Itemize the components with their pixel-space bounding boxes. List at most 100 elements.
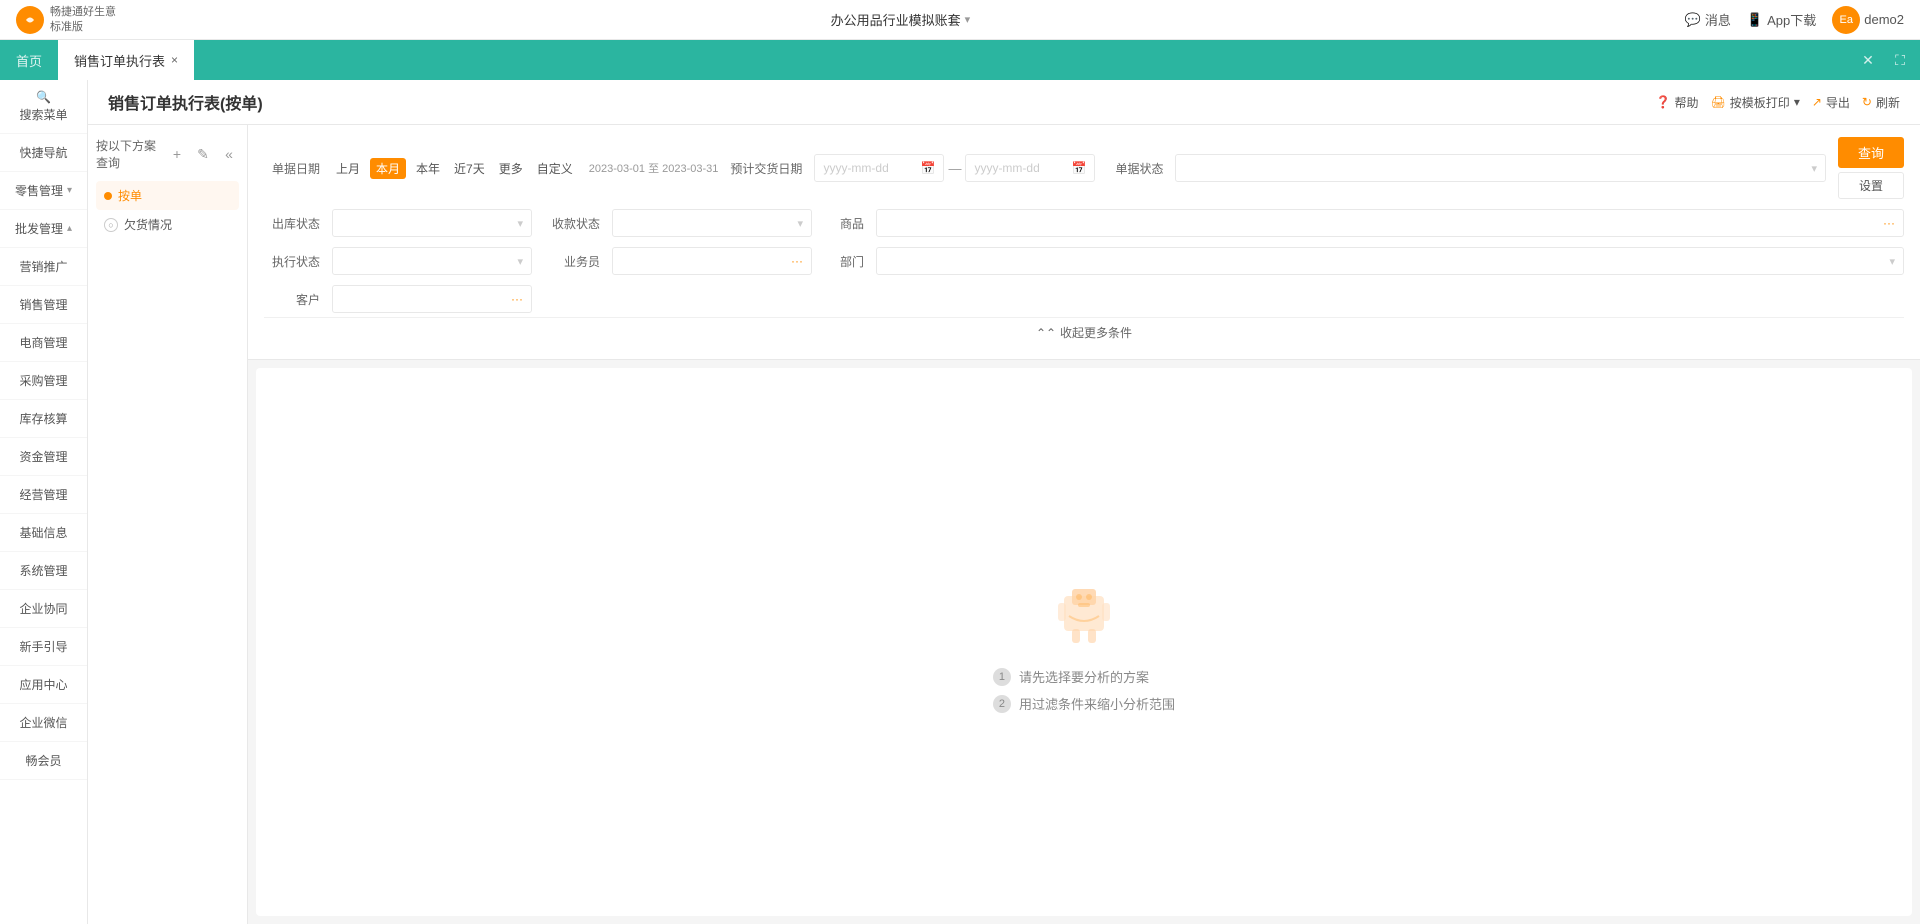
search-icon: 🔍 [36, 90, 51, 104]
refresh-icon: ↻ [1862, 95, 1872, 109]
template-print-button[interactable]: 🖨 按模板打印 ▾ [1711, 94, 1800, 111]
nav-right-buttons: ✕ ⛶ [1856, 48, 1920, 72]
salesperson-label: 业务员 [544, 253, 600, 270]
company-dropdown-icon[interactable]: ▾ [965, 13, 971, 26]
delivery-status-select[interactable]: ▾ [332, 209, 532, 237]
filter-row-2: 出库状态 ▾ 收款状态 ▾ 商品 ··· [264, 209, 1904, 237]
sidebar-item-wechat[interactable]: 企业微信 [0, 704, 87, 742]
logo-icon [16, 6, 44, 34]
left-panel-icons: + ✎ « [167, 144, 239, 164]
salesperson-dots[interactable]: ··· [791, 254, 803, 268]
department-select[interactable]: ▾ [876, 247, 1904, 275]
sidebar: 🔍 搜索菜单 快捷导航 零售管理 ▾ 批发管理 ▴ 营销推广 销售管理 电商管理… [0, 80, 88, 924]
sidebar-item-basic-label: 基础信息 [19, 524, 67, 541]
execution-status-select[interactable]: ▾ [332, 247, 532, 275]
top-header: 畅捷通好生意 标准版 办公用品行业模拟账套 ▾ 💬 消息 📱 App下载 Ea … [0, 0, 1920, 40]
sidebar-item-system[interactable]: 系统管理 [0, 552, 87, 590]
sidebar-item-sales-label: 销售管理 [19, 296, 67, 313]
active-dot [104, 192, 112, 200]
empty-illustration [1044, 571, 1124, 651]
help-button[interactable]: ❓ 帮助 [1656, 94, 1699, 111]
delivery-date-end[interactable]: yyyy-mm-dd 📅 [965, 154, 1095, 182]
preset-more[interactable]: 更多 [495, 158, 527, 179]
app-download-action[interactable]: 📱 App下载 [1747, 10, 1816, 29]
logo-text: 畅捷通好生意 标准版 [50, 5, 116, 34]
tip-num-2: 2 [993, 695, 1011, 713]
collapse-button[interactable]: ⌃⌃ 收起更多条件 [1036, 324, 1132, 341]
empty-tips: 1 请先选择要分析的方案 2 用过滤条件来缩小分析范围 [993, 667, 1175, 713]
delivery-date-start[interactable]: yyyy-mm-dd 📅 [814, 154, 944, 182]
execution-status-label: 执行状态 [264, 253, 320, 270]
empty-state: 1 请先选择要分析的方案 2 用过滤条件来缩小分析范围 [993, 571, 1175, 713]
sidebar-item-enterprise[interactable]: 企业协同 [0, 590, 87, 628]
refresh-button[interactable]: ↻ 刷新 [1862, 94, 1900, 111]
date-label: 单据日期 [264, 160, 320, 177]
message-action[interactable]: 💬 消息 [1685, 10, 1731, 29]
sidebar-item-ecommerce[interactable]: 电商管理 [0, 324, 87, 362]
maximize-button[interactable]: ⛶ [1888, 48, 1912, 72]
settings-button[interactable]: 设置 [1838, 172, 1904, 199]
tab-close-icon[interactable]: × [171, 53, 178, 67]
product-dots[interactable]: ··· [1883, 216, 1895, 230]
sidebar-search[interactable]: 🔍 搜索菜单 [0, 80, 87, 134]
preset-this-year[interactable]: 本年 [412, 158, 444, 179]
calendar-icon-start: 📅 [920, 161, 935, 175]
salesperson-select[interactable]: ··· [612, 247, 812, 275]
sidebar-item-marketing[interactable]: 营销推广 [0, 248, 87, 286]
preset-last-month[interactable]: 上月 [332, 158, 364, 179]
bill-status-label: 单据状态 [1115, 160, 1163, 177]
sidebar-item-basic[interactable]: 基础信息 [0, 514, 87, 552]
preset-custom[interactable]: 自定义 [533, 158, 577, 179]
page-header-actions: ❓ 帮助 🖨 按模板打印 ▾ ↗ 导出 ↻ 刷新 [1656, 94, 1900, 121]
add-scheme-button[interactable]: + [167, 144, 187, 164]
customer-label: 客户 [264, 291, 320, 308]
left-panel-title: 按以下方案查询 [96, 137, 167, 171]
tip-num-1: 1 [993, 668, 1011, 686]
scheme-item-shortage[interactable]: ○ 欠货情况 [96, 210, 239, 239]
query-buttons: 查询 设置 [1838, 137, 1904, 199]
sidebar-quick-nav[interactable]: 快捷导航 [0, 134, 87, 172]
sidebar-item-retail[interactable]: 零售管理 ▾ [0, 172, 87, 210]
product-select[interactable]: ··· [876, 209, 1904, 237]
edit-scheme-button[interactable]: ✎ [193, 144, 213, 164]
sidebar-item-wechat-label: 企业微信 [19, 714, 67, 731]
execution-status-arrow: ▾ [517, 255, 523, 268]
left-filter-panel: 按以下方案查询 + ✎ « 按单 ○ 欠货情况 [88, 125, 248, 924]
sidebar-item-purchase[interactable]: 采购管理 [0, 362, 87, 400]
department-label: 部门 [824, 253, 864, 270]
scheme-item-order[interactable]: 按单 [96, 181, 239, 210]
filter-row-4: 客户 ··· [264, 285, 1904, 313]
bill-status-arrow: ▾ [1811, 162, 1817, 175]
sidebar-item-guide[interactable]: 新手引导 [0, 628, 87, 666]
customer-select[interactable]: ··· [332, 285, 532, 313]
sidebar-item-apps[interactable]: 应用中心 [0, 666, 87, 704]
sidebar-item-sales[interactable]: 销售管理 [0, 286, 87, 324]
tip-text-2: 用过滤条件来缩小分析范围 [1019, 694, 1175, 713]
sidebar-item-finance-label: 资金管理 [19, 448, 67, 465]
date-range-display: 2023-03-01 至 2023-03-31 [589, 160, 719, 176]
query-button[interactable]: 查询 [1838, 137, 1904, 168]
user-action[interactable]: Ea demo2 [1832, 6, 1904, 34]
sidebar-item-inventory[interactable]: 库存核算 [0, 400, 87, 438]
customer-dots[interactable]: ··· [511, 292, 523, 306]
sidebar-item-purchase-label: 采购管理 [19, 372, 67, 389]
export-button[interactable]: ↗ 导出 [1812, 94, 1850, 111]
sidebar-item-member[interactable]: 畅会员 [0, 742, 87, 780]
collapse-panel-button[interactable]: « [219, 144, 239, 164]
print-dropdown-icon[interactable]: ▾ [1794, 95, 1800, 109]
page-content: 销售订单执行表(按单) ❓ 帮助 🖨 按模板打印 ▾ ↗ 导出 ↻ 刷新 [88, 80, 1920, 924]
sidebar-item-wholesale[interactable]: 批发管理 ▴ [0, 210, 87, 248]
message-icon: 💬 [1685, 12, 1701, 28]
tab-sales-order[interactable]: 销售订单执行表 × [58, 40, 194, 80]
preset-this-month[interactable]: 本月 [370, 158, 406, 179]
logo-area: 畅捷通好生意 标准版 [16, 5, 116, 34]
sidebar-item-inventory-label: 库存核算 [19, 410, 67, 427]
sidebar-item-finance[interactable]: 资金管理 [0, 438, 87, 476]
preset-7days[interactable]: 近7天 [450, 158, 489, 179]
close-all-button[interactable]: ✕ [1856, 48, 1880, 72]
tab-home[interactable]: 首页 [0, 40, 58, 80]
bill-status-select[interactable]: ▾ [1175, 154, 1826, 182]
header-center[interactable]: 办公用品行业模拟账套 ▾ [831, 10, 971, 29]
sidebar-item-management[interactable]: 经营管理 [0, 476, 87, 514]
collection-status-select[interactable]: ▾ [612, 209, 812, 237]
